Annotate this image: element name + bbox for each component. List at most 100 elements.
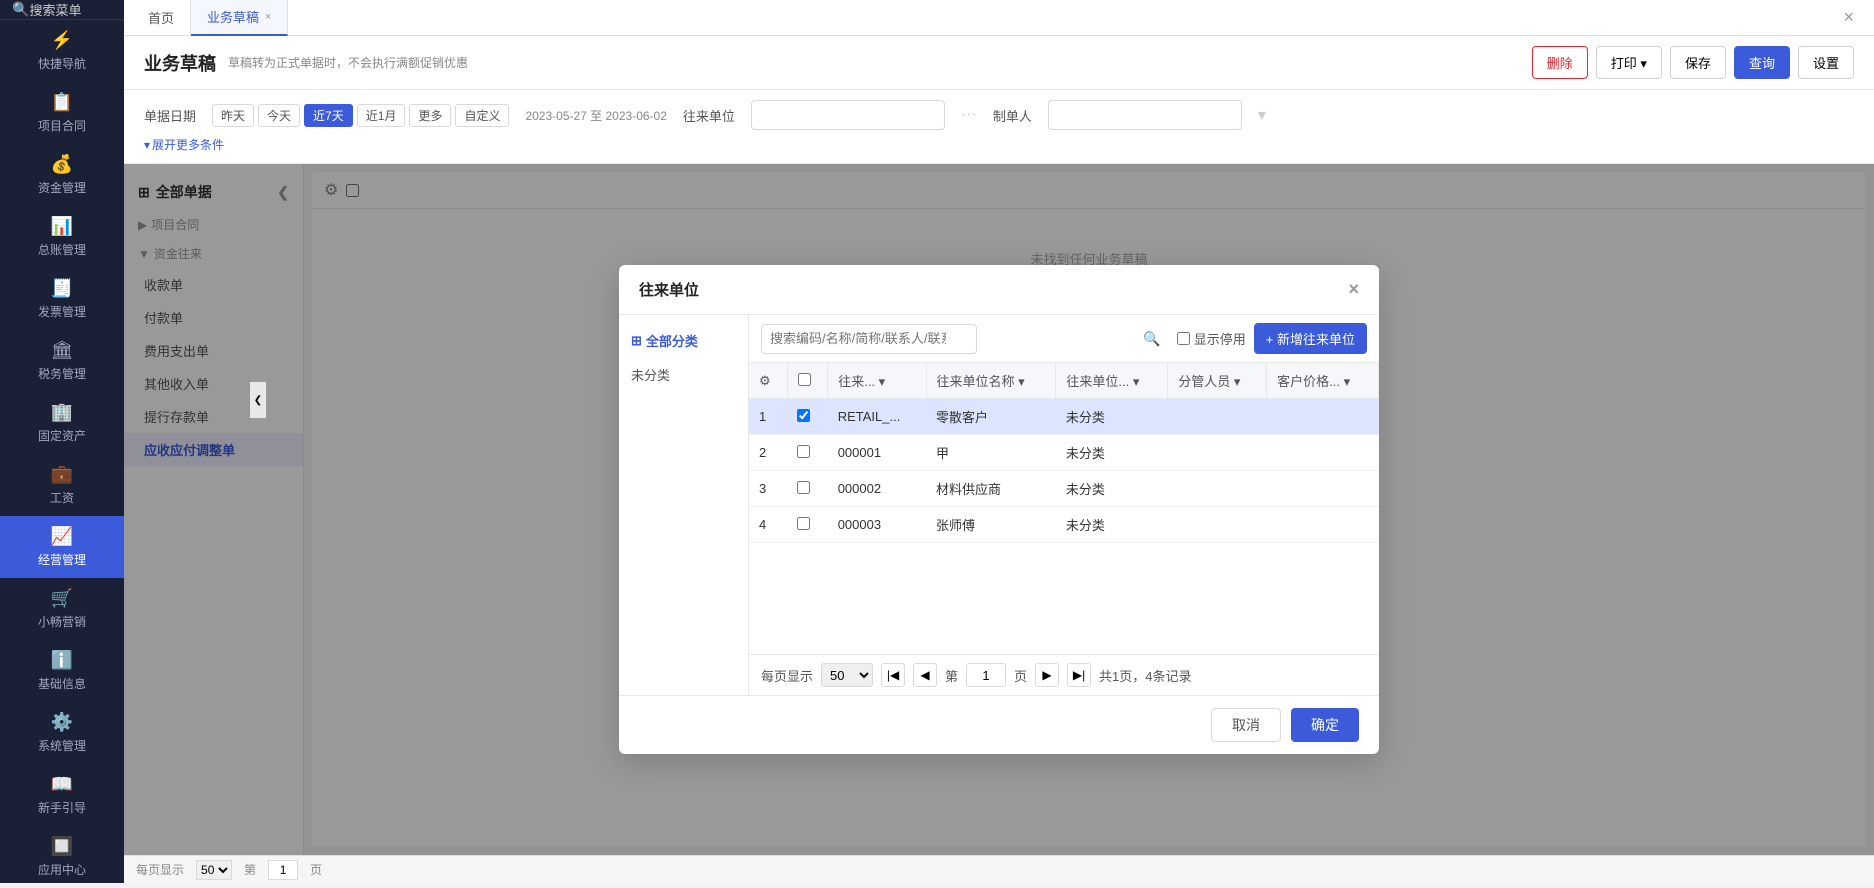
assets-icon: 🏢 <box>51 402 73 423</box>
sidebar-item-quicknav[interactable]: ⚡ 快捷导航 <box>0 20 124 82</box>
sidebar-item-system[interactable]: ⚙️ 系统管理 <box>0 702 124 764</box>
row-code: 000002 <box>828 471 926 507</box>
sidebar-item-label: 税务管理 <box>38 365 86 382</box>
col-code[interactable]: 往来... ▾ <box>828 363 926 399</box>
row-manager <box>1168 471 1267 507</box>
sidebar-item-invoice[interactable]: 🧾 发票管理 <box>0 268 124 330</box>
row-settings: 1 <box>749 399 787 435</box>
col-name[interactable]: 往来单位名称 ▾ <box>926 363 1056 399</box>
per-page-bottom-select[interactable]: 50 <box>196 860 232 880</box>
window-close-icon[interactable]: × <box>1831 7 1866 28</box>
col-manager[interactable]: 分管人员 ▾ <box>1168 363 1267 399</box>
sidebar-item-label: 经营管理 <box>38 551 86 568</box>
cancel-button[interactable]: 取消 <box>1211 708 1281 742</box>
row-checkbox[interactable] <box>787 471 827 507</box>
sidebar-item-operations[interactable]: 📈 经营管理 <box>0 516 124 578</box>
modal-body: ⊞ 全部分类 未分类 ❮ <box>619 315 1379 695</box>
sidebar-item-tax[interactable]: 🏛 税务管理 <box>0 330 124 392</box>
data-toolbar: 🔍 显示停用 + 新增往来单位 <box>749 315 1379 363</box>
row-checkbox[interactable] <box>787 399 827 435</box>
delete-button[interactable]: 删除 <box>1532 46 1588 79</box>
page-num-label: 第 <box>945 666 958 685</box>
total-label: 共1页，4条记录 <box>1099 666 1191 685</box>
add-party-button[interactable]: + 新增往来单位 <box>1254 323 1367 354</box>
modal-header: 往来单位 × <box>619 265 1379 315</box>
table-row[interactable]: 2 000001 甲 未分类 <box>749 435 1379 471</box>
modal-close-button[interactable]: × <box>1348 279 1359 300</box>
date-range-display: 2023-05-27 至 2023-06-02 <box>525 107 666 124</box>
sidebar-item-label: 固定资产 <box>38 427 86 444</box>
first-page-btn[interactable]: |◀ <box>881 663 905 687</box>
prev-page-btn[interactable]: ◀ <box>913 663 937 687</box>
settings-button[interactable]: 设置 <box>1798 46 1854 79</box>
query-button[interactable]: 查询 <box>1734 46 1790 79</box>
data-panel: 🔍 显示停用 + 新增往来单位 <box>749 315 1379 695</box>
search-icon-modal: 🔍 <box>1143 330 1160 347</box>
table-row[interactable]: 4 000003 张师傅 未分类 <box>749 507 1379 543</box>
row-name: 零散客户 <box>926 399 1056 435</box>
tab-close-icon[interactable]: × <box>265 11 271 23</box>
next-page-btn[interactable]: ▶ <box>1035 663 1059 687</box>
date-btn-custom[interactable]: 自定义 <box>455 104 509 127</box>
table-row[interactable]: 3 000002 材料供应商 未分类 <box>749 471 1379 507</box>
row-checkbox[interactable] <box>787 507 827 543</box>
party-search-input[interactable] <box>761 324 977 354</box>
pagination: 每页显示 50 100 200 |◀ ◀ 第 页 ▶ <box>749 654 1379 695</box>
page-bottom-input[interactable] <box>268 860 298 880</box>
page-bottom-label: 第 <box>244 861 256 878</box>
sidebar-item-label: 系统管理 <box>38 737 86 754</box>
row-category: 未分类 <box>1056 399 1168 435</box>
operations-icon: 📈 <box>51 526 73 547</box>
sidebar-item-label: 应用中心 <box>38 861 86 878</box>
category-uncategorized[interactable]: 未分类 <box>619 358 748 391</box>
sidebar-item-ledger[interactable]: 📊 总账管理 <box>0 206 124 268</box>
tab-bar: 首页 业务草稿 × × <box>124 0 1874 36</box>
save-button[interactable]: 保存 <box>1670 46 1726 79</box>
quicknav-icon: ⚡ <box>51 30 73 51</box>
tab-home[interactable]: 首页 <box>132 0 191 36</box>
date-btn-today[interactable]: 今天 <box>258 104 300 127</box>
show-disabled-label[interactable]: 显示停用 <box>1177 329 1246 348</box>
party-filter-input[interactable] <box>751 100 945 130</box>
sidebar-item-finance[interactable]: 💰 资金管理 <box>0 144 124 206</box>
sidebar-item-label: 基础信息 <box>38 675 86 692</box>
sidebar-search-label[interactable]: 搜索菜单 <box>29 0 81 19</box>
basic-icon: ℹ️ <box>51 650 73 671</box>
last-page-btn[interactable]: ▶| <box>1067 663 1091 687</box>
sidebar-item-guide[interactable]: 📖 新手引导 <box>0 764 124 826</box>
date-btn-more[interactable]: 更多 <box>409 104 451 127</box>
row-price <box>1267 435 1379 471</box>
sidebar-item-salary[interactable]: 💼 工资 <box>0 454 124 516</box>
confirm-button[interactable]: 确定 <box>1291 708 1359 742</box>
tab-draft[interactable]: 业务草稿 × <box>191 0 288 36</box>
category-all[interactable]: ⊞ 全部分类 <box>619 323 748 358</box>
page-subtitle: 草稿转为正式单据时，不会执行满额促销优惠 <box>228 54 468 71</box>
date-btn-yesterday[interactable]: 昨天 <box>212 104 254 127</box>
sidebar-item-label: 快捷导航 <box>38 55 86 72</box>
col-category[interactable]: 往来单位... ▾ <box>1056 363 1168 399</box>
date-btn-1month[interactable]: 近1月 <box>357 104 406 127</box>
date-btn-7days[interactable]: 近7天 <box>304 104 353 127</box>
row-no: 4 <box>749 507 787 543</box>
sidebar-item-basic[interactable]: ℹ️ 基础信息 <box>0 640 124 702</box>
sidebar-item-apps[interactable]: 🔲 应用中心 <box>0 826 124 888</box>
per-page-bottom-label: 每页显示 <box>136 861 184 878</box>
sidebar-item-projects[interactable]: 📋 项目合同 <box>0 82 124 144</box>
expand-more-btn[interactable]: ▾ 展开更多条件 <box>144 136 1854 153</box>
sidebar-item-assets[interactable]: 🏢 固定资产 <box>0 392 124 454</box>
per-page-select[interactable]: 50 100 200 <box>821 663 873 687</box>
show-disabled-checkbox[interactable] <box>1177 332 1190 345</box>
page-number-input[interactable] <box>966 663 1006 687</box>
party-filter-label: 往来单位 <box>683 106 735 125</box>
system-icon: ⚙️ <box>51 712 73 733</box>
print-button[interactable]: 打印 ▾ <box>1596 46 1662 79</box>
table-row[interactable]: 1 RETAIL_... 零散客户 未分类 <box>749 399 1379 435</box>
tab-draft-label: 业务草稿 <box>207 7 259 26</box>
table-select-all[interactable] <box>798 373 811 386</box>
col-price[interactable]: 客户价格... ▾ <box>1267 363 1379 399</box>
sidebar-item-marketing[interactable]: 🛒 小畅营销 <box>0 578 124 640</box>
row-checkbox[interactable] <box>787 435 827 471</box>
per-page-label: 每页显示 <box>761 666 813 685</box>
row-no: 3 <box>749 471 787 507</box>
maker-filter-input[interactable] <box>1048 100 1242 130</box>
